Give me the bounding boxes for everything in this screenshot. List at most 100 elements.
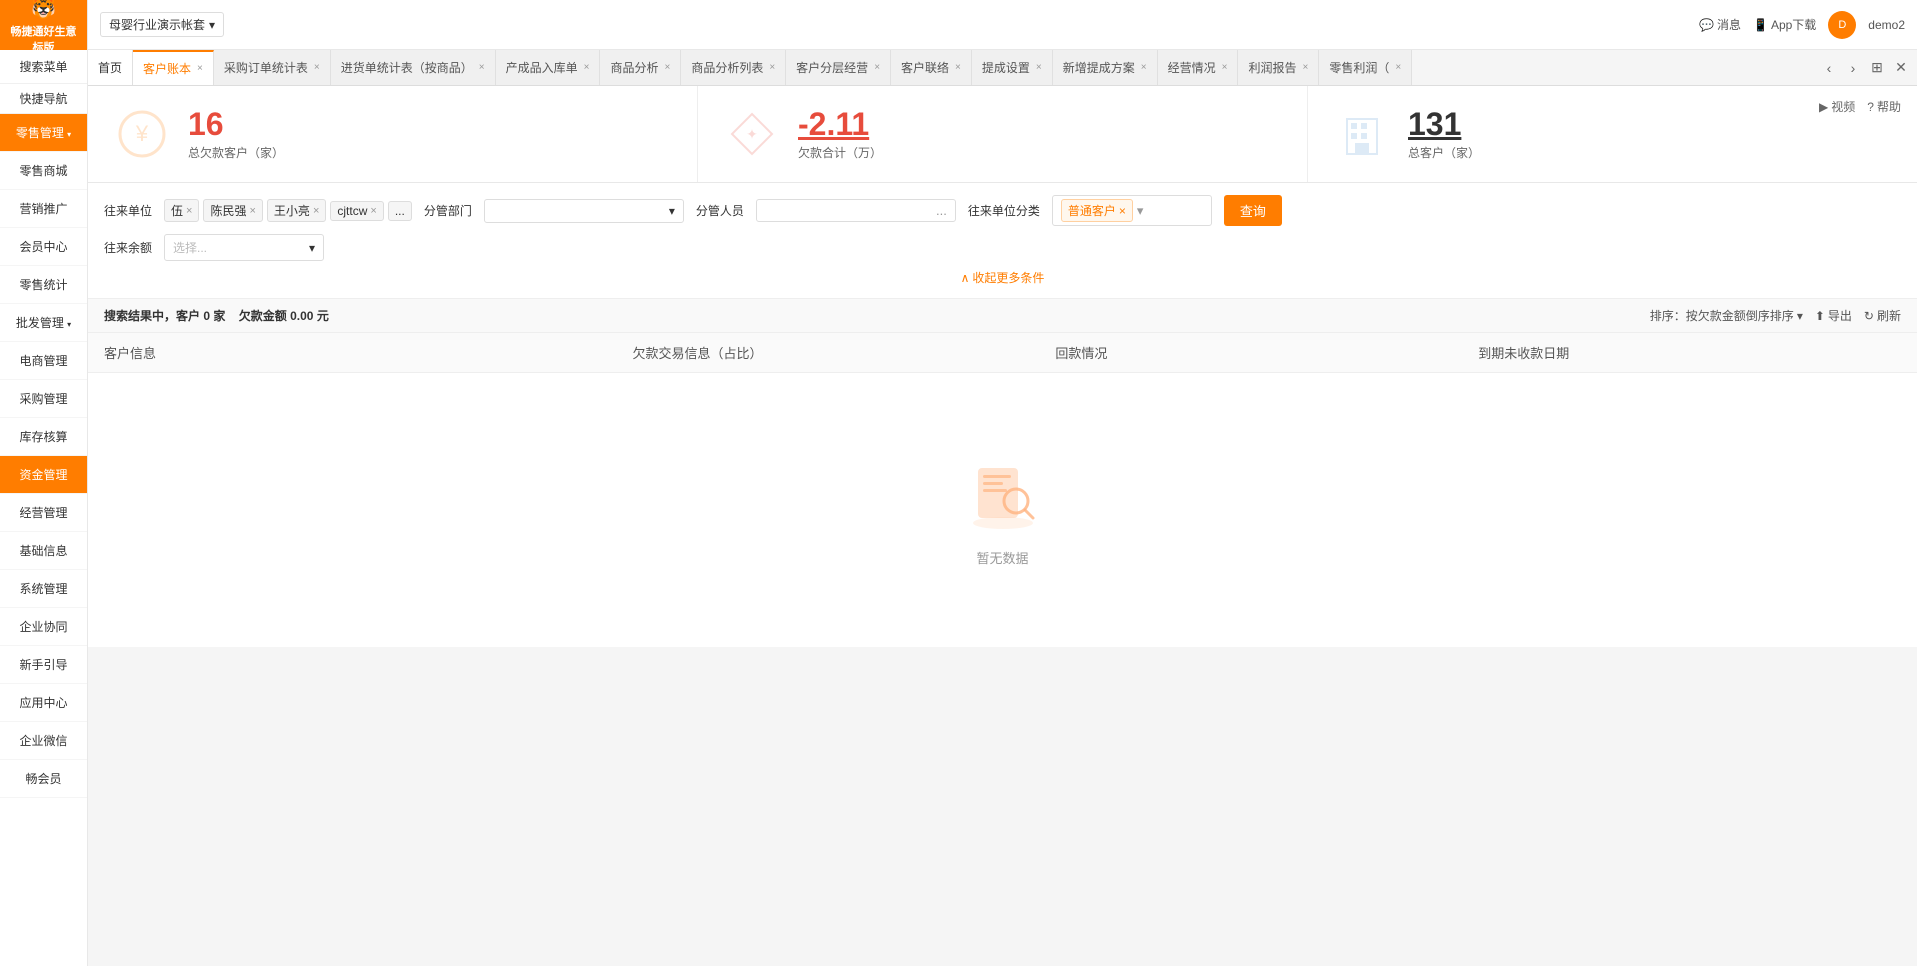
close-icon[interactable]: × <box>1222 62 1228 73</box>
tab-profit-report[interactable]: 利润报告 × <box>1238 50 1319 86</box>
tab-label: 首页 <box>98 59 122 76</box>
sidebar-item-label: 零售管理 <box>16 126 64 140</box>
close-icon[interactable]: × <box>769 62 775 73</box>
video-btn[interactable]: ▶ 视频 <box>1819 98 1855 115</box>
sidebar-item-wholesale-mgmt[interactable]: 批发管理 ▾ <box>0 304 87 342</box>
account-selector[interactable]: 母婴行业演示帐套 ▾ <box>100 12 224 37</box>
export-btn[interactable]: ⬆ 导出 <box>1815 307 1852 324</box>
close-icon[interactable]: × <box>197 63 203 74</box>
close-icon[interactable]: × <box>1141 62 1147 73</box>
sidebar-item-marketing[interactable]: 营销推广 <box>0 190 87 228</box>
query-button[interactable]: 查询 <box>1224 195 1282 226</box>
sidebar-item-finance-mgmt[interactable]: 资金管理 <box>0 456 87 494</box>
tab-biz-situation[interactable]: 经营情况 × <box>1158 50 1239 86</box>
close-icon[interactable]: × <box>1395 62 1401 73</box>
remove-tag-wu[interactable]: × <box>186 205 192 217</box>
remove-tag-chen[interactable]: × <box>249 205 255 217</box>
close-icon[interactable]: × <box>1302 62 1308 73</box>
tab-home[interactable]: 首页 <box>88 50 133 86</box>
svg-text:¥: ¥ <box>135 121 149 146</box>
sidebar-item-member-center[interactable]: 会员中心 <box>0 228 87 266</box>
stat-number-debt[interactable]: -2.11 <box>798 108 882 140</box>
sidebar-item-inventory[interactable]: 库存核算 <box>0 418 87 456</box>
sidebar-item-search[interactable]: 搜索菜单 <box>0 50 87 84</box>
chevron-up-icon: ∧ <box>961 271 970 285</box>
message-btn[interactable]: 💬 消息 <box>1699 16 1741 33</box>
unit-tag-wu[interactable]: 伍 × <box>164 199 199 222</box>
refresh-icon: ↻ <box>1864 309 1874 323</box>
remove-tag-wang[interactable]: × <box>313 205 319 217</box>
sidebar-item-basic-info[interactable]: 基础信息 <box>0 532 87 570</box>
empty-icon <box>953 453 1053 536</box>
tab-label: 产成品入库单 <box>506 59 578 76</box>
remove-tag-cj[interactable]: × <box>370 205 376 217</box>
sidebar-item-retail-mgmt[interactable]: 零售管理 ▾ <box>0 114 87 152</box>
balance-select[interactable]: 选择... ▾ <box>164 234 324 261</box>
close-icon[interactable]: × <box>314 62 320 73</box>
user-avatar[interactable]: D <box>1828 11 1856 39</box>
sort-select[interactable]: 排序：按欠款金额倒序排序 ▾ <box>1650 307 1803 324</box>
dept-select[interactable]: ▾ <box>484 199 684 223</box>
tab-retail-profit[interactable]: 零售利润（ × <box>1319 50 1412 86</box>
stat-block-debt: ✦ -2.11 欠款合计（万） <box>698 86 1308 182</box>
sidebar-item-vip-member[interactable]: 畅会员 <box>0 760 87 798</box>
user-name: demo2 <box>1868 18 1905 32</box>
tab-customer-segment[interactable]: 客户分层经营 × <box>786 50 891 86</box>
tab-product-in[interactable]: 产成品入库单 × <box>496 50 601 86</box>
tab-expand-btn[interactable]: ⊞ <box>1867 58 1887 78</box>
sidebar-item-enterprise-wechat[interactable]: 企业微信 <box>0 722 87 760</box>
unit-tag-wang[interactable]: 王小亮 × <box>267 199 326 222</box>
close-icon[interactable]: × <box>584 62 590 73</box>
sidebar-item-purchase[interactable]: 采购管理 <box>0 380 87 418</box>
unit-class-select[interactable]: 普通客户 × ▾ <box>1052 195 1212 226</box>
tab-customer-contact[interactable]: 客户联络 × <box>891 50 972 86</box>
sidebar-item-retail-mall[interactable]: 零售商城 <box>0 152 87 190</box>
tab-label: 进货单统计表（按商品） <box>341 59 473 76</box>
col-header-repay: 回款情况 <box>1055 343 1478 362</box>
close-icon[interactable]: × <box>874 62 880 73</box>
unit-tag-more[interactable]: ... <box>388 201 412 221</box>
top-actions: ▶ 视频 ? 帮助 <box>1819 98 1901 115</box>
app-name: 畅捷通好生意 <box>11 23 77 39</box>
tab-next-btn[interactable]: › <box>1843 58 1863 78</box>
sidebar-item-operations-mgmt[interactable]: 经营管理 <box>0 494 87 532</box>
topbar-right: 💬 消息 📱 App下载 D demo2 <box>1699 11 1905 39</box>
unit-tag-chen[interactable]: 陈民强 × <box>203 199 262 222</box>
close-icon[interactable]: × <box>664 62 670 73</box>
sidebar-item-enterprise-collab[interactable]: 企业协同 <box>0 608 87 646</box>
person-input[interactable]: ... <box>756 199 956 222</box>
tab-purchase-stats[interactable]: 进货单统计表（按商品） × <box>331 50 496 86</box>
app-download-btn[interactable]: 📱 App下载 <box>1753 16 1816 33</box>
sidebar-item-new-guide[interactable]: 新手引导 <box>0 646 87 684</box>
close-icon[interactable]: × <box>479 62 485 73</box>
svg-text:✦: ✦ <box>746 126 758 142</box>
debt-unit: 元 <box>317 309 329 323</box>
collapse-filter-btn[interactable]: ∧ 收起更多条件 <box>961 269 1045 286</box>
refresh-btn[interactable]: ↻ 刷新 <box>1864 307 1901 324</box>
close-icon[interactable]: × <box>1036 62 1042 73</box>
sidebar-item-app-center[interactable]: 应用中心 <box>0 684 87 722</box>
close-icon[interactable]: × <box>955 62 961 73</box>
currency-icon: ¥ <box>112 104 172 164</box>
sidebar-item-ecommerce[interactable]: 电商管理 <box>0 342 87 380</box>
sidebar-item-quick-nav[interactable]: 快捷导航 <box>0 84 87 114</box>
result-bar: 搜索结果中，客户 0 家 欠款金额 0.00 元 排序：按欠款金额倒序排序 ▾ … <box>88 299 1917 333</box>
tab-goods-analysis-list[interactable]: 商品分析列表 × <box>681 50 786 86</box>
unit-filter-label: 往来单位 <box>104 202 152 219</box>
tab-purchase-order[interactable]: 采购订单统计表 × <box>214 50 331 86</box>
message-icon: 💬 <box>1699 18 1714 32</box>
tab-close-all-btn[interactable]: ✕ <box>1891 58 1911 78</box>
sidebar-item-system-mgmt[interactable]: 系统管理 <box>0 570 87 608</box>
tab-new-raise[interactable]: 新增提成方案 × <box>1053 50 1158 86</box>
tab-goods-analysis[interactable]: 商品分析 × <box>600 50 681 86</box>
stat-number-total[interactable]: 131 <box>1408 108 1480 140</box>
remove-unit-class[interactable]: × <box>1119 204 1126 218</box>
help-btn[interactable]: ? 帮助 <box>1867 98 1901 115</box>
tab-customer-account[interactable]: 客户账本 × <box>133 50 214 86</box>
unit-class-selected-tag: 普通客户 × <box>1061 199 1133 222</box>
sidebar-item-retail-stats[interactable]: 零售统计 <box>0 266 87 304</box>
unit-tag-cj[interactable]: cjttcw × <box>330 201 383 221</box>
tab-raise-settings[interactable]: 提成设置 × <box>972 50 1053 86</box>
chevron-down-icon: ▾ <box>67 130 71 139</box>
tab-prev-btn[interactable]: ‹ <box>1819 58 1839 78</box>
